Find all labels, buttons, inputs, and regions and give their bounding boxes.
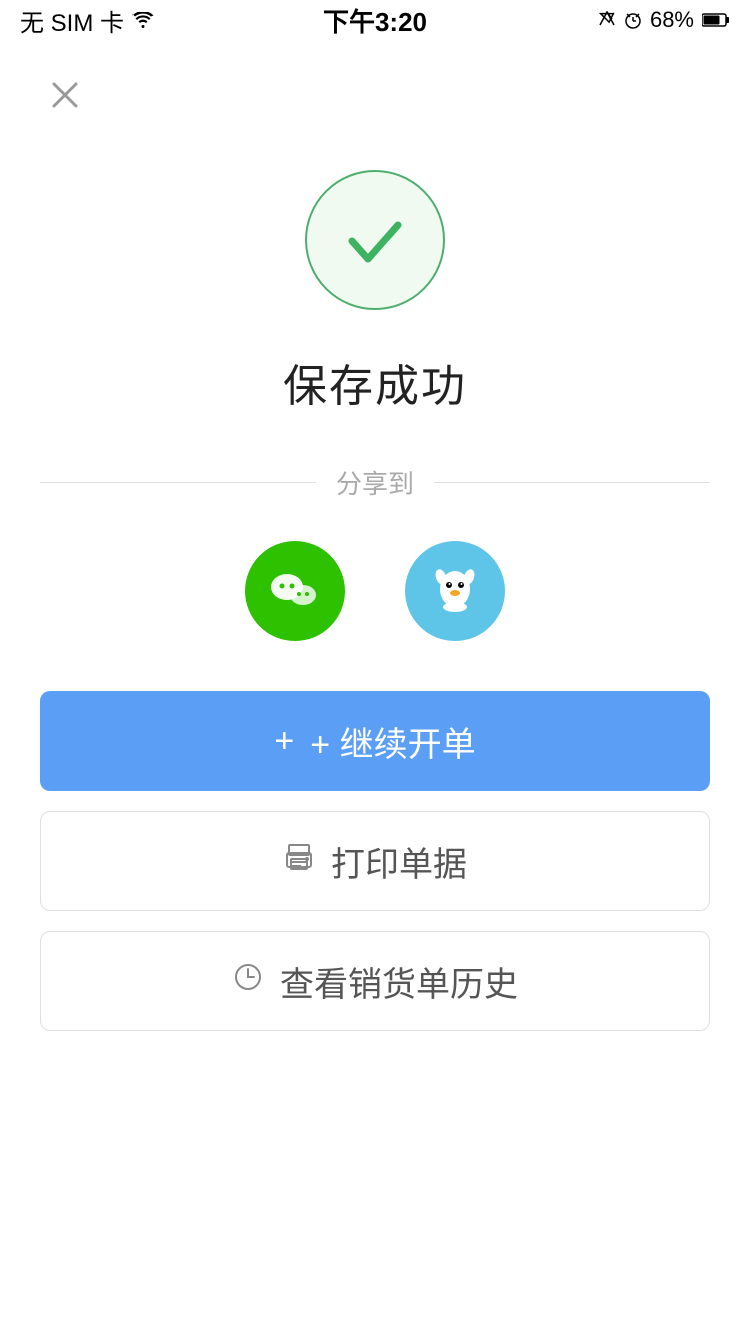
print-button[interactable]: 打印单据: [40, 811, 710, 911]
close-button-container: [0, 40, 750, 130]
share-icons-row: [40, 541, 710, 641]
continue-order-button[interactable]: + + 继续开单: [40, 691, 710, 791]
no-sim-label: 无 SIM 卡: [20, 3, 124, 38]
status-bar: 无 SIM 卡 下午3:20 68%: [0, 0, 750, 40]
qq-icon: [425, 561, 485, 621]
action-buttons: + + 继续开单 打印单据 查看销货单历史: [0, 691, 750, 1031]
left-divider: [40, 482, 316, 483]
status-left: 无 SIM 卡: [20, 3, 154, 38]
history-icon: [232, 961, 264, 1001]
success-circle: [305, 170, 445, 310]
print-icon: [283, 841, 315, 881]
success-title: 保存成功: [283, 350, 467, 414]
success-area: 保存成功: [0, 130, 750, 464]
continue-order-label: + 继续开单: [310, 717, 475, 766]
qq-share-button[interactable]: [405, 541, 505, 641]
share-divider-row: 分享到: [40, 464, 710, 501]
share-label: 分享到: [336, 464, 414, 501]
print-label: 打印单据: [331, 837, 467, 886]
view-history-button[interactable]: 查看销货单历史: [40, 931, 710, 1031]
checkmark-icon: [340, 205, 410, 275]
status-right: 68%: [598, 7, 730, 33]
close-icon: [50, 80, 80, 110]
status-time: 下午3:20: [323, 2, 427, 39]
battery-percent: 68%: [650, 7, 694, 33]
wifi-icon: [132, 12, 154, 28]
battery-icon: [702, 12, 730, 28]
share-section: 分享到: [0, 464, 750, 641]
location-icon: [598, 11, 616, 29]
plus-icon: +: [274, 722, 294, 761]
close-button[interactable]: [40, 70, 90, 120]
wechat-share-button[interactable]: [245, 541, 345, 641]
wechat-icon: [265, 561, 325, 621]
right-divider: [434, 482, 710, 483]
history-label: 查看销货单历史: [280, 957, 518, 1006]
alarm-icon: [624, 11, 642, 29]
